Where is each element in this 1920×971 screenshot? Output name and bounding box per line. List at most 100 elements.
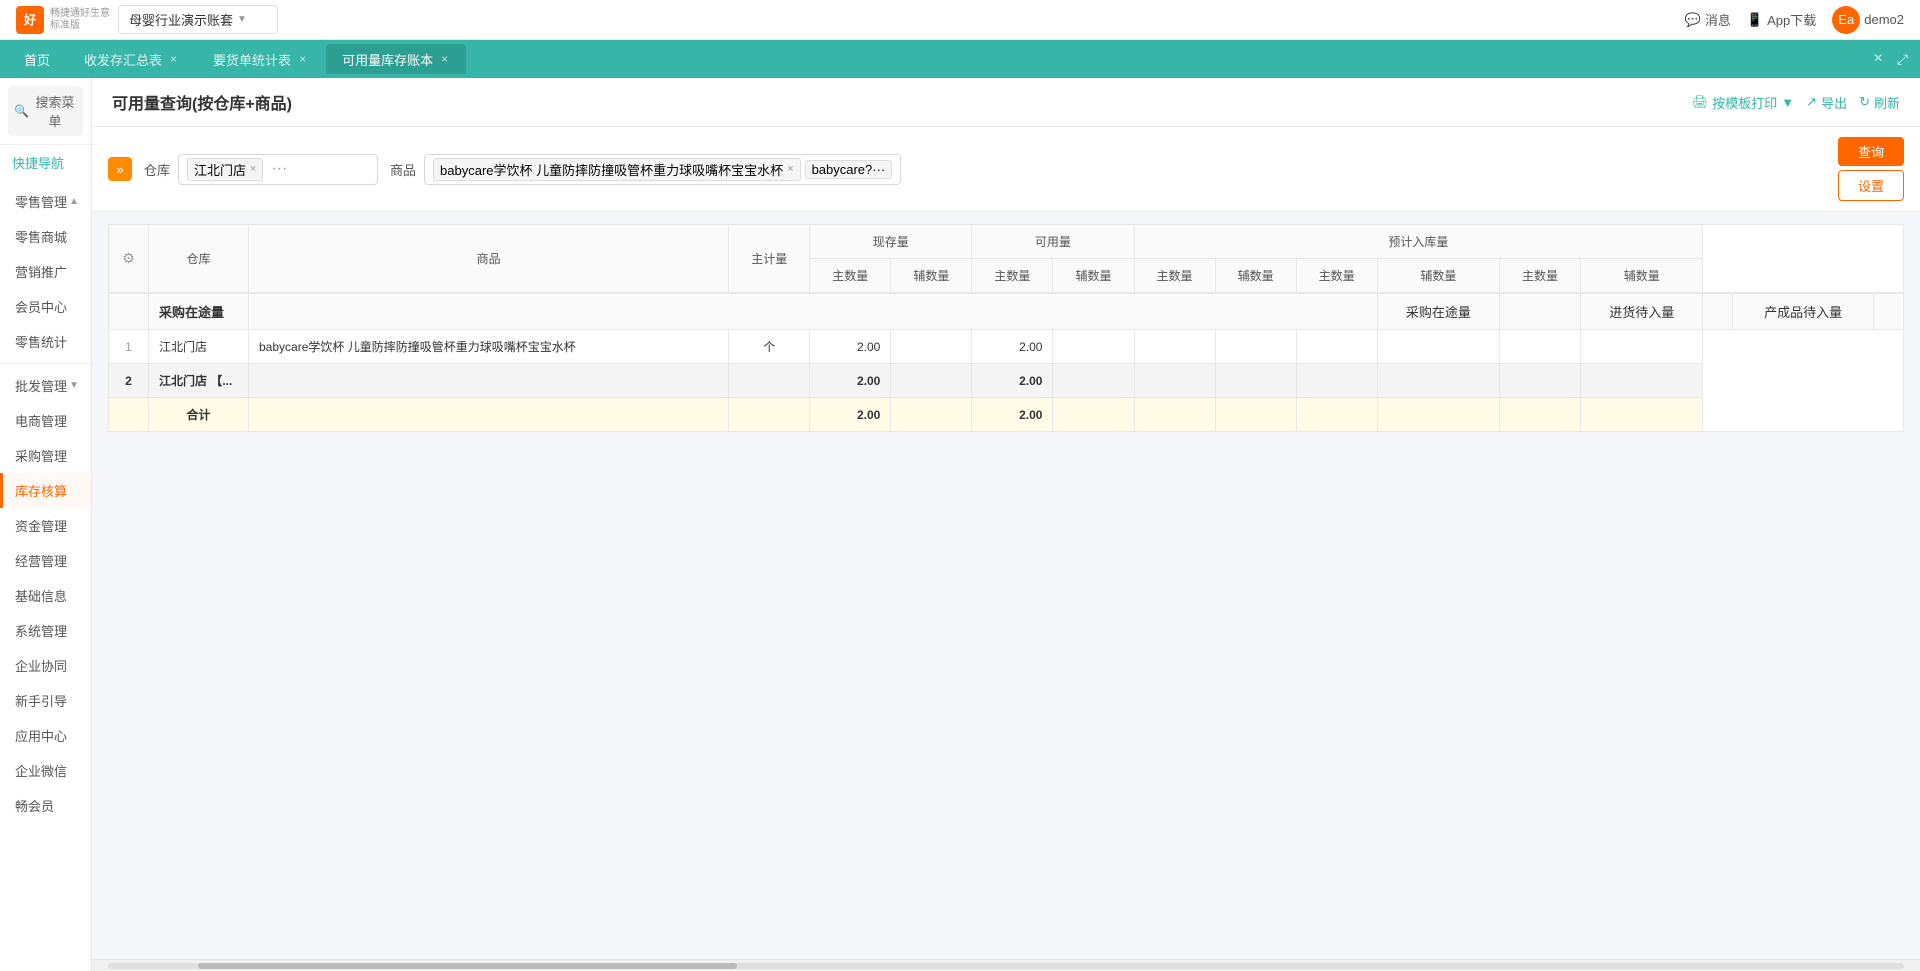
forecast-product-label: 产成品待入量 — [1733, 293, 1874, 330]
row-current-sub-1 — [891, 330, 972, 364]
settings-button[interactable]: 设置 — [1838, 170, 1904, 201]
sidebar-item-wholesale[interactable]: 批发管理 ▼ — [0, 368, 91, 403]
row-product-main-1 — [1499, 330, 1580, 364]
export-button[interactable]: ↗ 导出 — [1806, 93, 1847, 112]
sidebar-item-zero-retail[interactable]: 零售管理 ▲ — [0, 184, 91, 219]
tab-home[interactable]: 首页 — [8, 44, 66, 74]
product-tag-1-close[interactable]: × — [787, 163, 793, 175]
expand-icon[interactable]: ⤢ — [1893, 51, 1912, 68]
group-row-product-main — [1499, 364, 1580, 398]
group-row-warehouse: 江北门店 【... — [149, 364, 249, 398]
tab-2[interactable]: 要货单统计表 × — [197, 44, 324, 74]
user-avatar-area[interactable]: Ea demo2 — [1832, 6, 1904, 34]
sidebar-item-finance[interactable]: 资金管理 — [0, 508, 91, 543]
warehouse-tag-1-close[interactable]: × — [250, 163, 256, 175]
quick-nav-item[interactable]: 快捷导航 — [0, 145, 91, 180]
group-row-product-sub — [1581, 364, 1703, 398]
filter-area: » 仓库 江北门店 × ··· 商品 babycare学饮杯 儿童防摔防撞吸管杯… — [92, 127, 1920, 212]
warehouse-more-button[interactable]: ··· — [267, 160, 291, 178]
refresh-button[interactable]: ↻ 刷新 — [1859, 93, 1900, 112]
product-tag-2: babycare?··· — [805, 160, 893, 179]
message-button[interactable]: 💬 消息 — [1685, 10, 1731, 29]
export-icon: ↗ — [1806, 94, 1817, 110]
refresh-icon: ↻ — [1859, 94, 1870, 110]
sidebar-item-inventory[interactable]: 库存核算 — [0, 473, 91, 508]
sidebar-item-member[interactable]: 会员中心 — [0, 289, 91, 324]
group-row-available-main: 2.00 — [972, 364, 1053, 398]
horizontal-scrollbar[interactable] — [92, 959, 1920, 971]
group-row-unit — [729, 364, 810, 398]
table-header-forecast: 预计入库量 — [1134, 225, 1703, 259]
page-header-actions: 🖨 按模板打印 ▼ ↗ 导出 ↻ 刷新 — [1692, 93, 1900, 124]
warehouse-filter-label: 仓库 — [144, 160, 170, 179]
sidebar-item-retail-stats[interactable]: 零售统计 — [0, 324, 91, 359]
product-filter-label: 商品 — [390, 160, 416, 179]
table-header-main-unit: 主计量 — [729, 225, 810, 294]
top-bar-left: 好 畅捷通好生意 标准版 母婴行业演示账套 ▼ — [16, 5, 278, 34]
sidebar-item-enterprise-wechat[interactable]: 企业微信 — [0, 753, 91, 788]
page-title: 可用量查询(按仓库+商品) — [112, 90, 292, 126]
settings-icon[interactable]: ⚙ — [122, 250, 135, 266]
top-bar-right: 💬 消息 📱 App下载 Ea demo2 — [1685, 6, 1904, 34]
footer-product-main — [1499, 398, 1580, 432]
content-area: 可用量查询(按仓库+商品) 🖨 按模板打印 ▼ ↗ 导出 ↻ 刷新 — [92, 78, 1920, 971]
row-available-sub-1 — [1053, 330, 1134, 364]
row-product-sub-1 — [1581, 330, 1703, 364]
sidebar-item-system[interactable]: 系统管理 — [0, 613, 91, 648]
tab-1-close[interactable]: × — [168, 52, 179, 66]
row-warehouse-1: 江北门店 — [149, 330, 249, 364]
template-print-button[interactable]: 🖨 按模板打印 ▼ — [1692, 93, 1794, 112]
forecast-purchase-label: 采购在途量 — [1377, 293, 1499, 330]
table-header-purchase-sub: 辅数量 — [1215, 259, 1296, 294]
product-filter-input[interactable]: babycare学饮杯 儿童防摔防撞吸管杯重力球吸嘴杯宝宝水杯 × babyca… — [424, 154, 901, 185]
main-layout: 🔍 搜索菜单 快捷导航 零售管理 ▲ 零售商城 营销推广 会员中心 零售统计 — [0, 78, 1920, 971]
sidebar-item-base-info[interactable]: 基础信息 — [0, 578, 91, 613]
scrollbar-track — [108, 963, 1904, 969]
sidebar-item-operations[interactable]: 经营管理 — [0, 543, 91, 578]
table-header-current-stock: 现存量 — [810, 225, 972, 259]
tab-2-close[interactable]: × — [297, 52, 308, 66]
sidebar-item-zero-mall[interactable]: 零售商城 — [0, 219, 91, 254]
avatar: Ea — [1832, 6, 1860, 34]
sidebar-item-marketing[interactable]: 营销推广 — [0, 254, 91, 289]
row-current-main-1: 2.00 — [810, 330, 891, 364]
sidebar-item-newbie[interactable]: 新手引导 — [0, 683, 91, 718]
warehouse-filter-input[interactable]: 江北门店 × ··· — [178, 154, 378, 185]
table-header-warehouse: 仓库 — [149, 225, 249, 294]
logo-area: 好 畅捷通好生意 标准版 — [16, 6, 110, 34]
row-available-main-1: 2.00 — [972, 330, 1053, 364]
sidebar-item-app-center[interactable]: 应用中心 — [0, 718, 91, 753]
filter-toggle-button[interactable]: » — [108, 157, 132, 181]
sidebar-item-enterprise[interactable]: 企业协同 — [0, 648, 91, 683]
close-all-tabs-button[interactable]: × — [1865, 50, 1890, 68]
tab-3-close[interactable]: × — [439, 52, 450, 66]
table-footer-row: 合计 2.00 2.00 — [109, 398, 1904, 432]
sidebar: 🔍 搜索菜单 快捷导航 零售管理 ▲ 零售商城 营销推广 会员中心 零售统计 — [0, 78, 92, 971]
footer-num — [109, 398, 149, 432]
page-header: 可用量查询(按仓库+商品) 🖨 按模板打印 ▼ ↗ 导出 ↻ 刷新 — [92, 78, 1920, 127]
data-table: ⚙ 仓库 商品 主计量 现存量 可用量 预计入库量 主数量 辅数量 主数量 辅数… — [108, 224, 1904, 432]
sidebar-item-vip-member[interactable]: 畅会员 — [0, 788, 91, 823]
row-incoming-sub-1 — [1377, 330, 1499, 364]
search-menu-button[interactable]: 🔍 搜索菜单 — [8, 86, 83, 136]
table-settings-header[interactable]: ⚙ — [109, 225, 149, 294]
sidebar-item-ecommerce[interactable]: 电商管理 — [0, 403, 91, 438]
tab-1[interactable]: 收发存汇总表 × — [68, 44, 195, 74]
table-header-current-main: 主数量 — [810, 259, 891, 294]
row-purchase-main-1 — [1134, 330, 1215, 364]
scrollbar-thumb[interactable] — [198, 963, 737, 969]
footer-available-main: 2.00 — [972, 398, 1053, 432]
top-bar: 好 畅捷通好生意 标准版 母婴行业演示账套 ▼ 💬 消息 📱 App下载 Ea … — [0, 0, 1920, 40]
expand-arrow-icon-2: ▼ — [69, 380, 79, 391]
group-row-current-sub — [891, 364, 972, 398]
table-header-available: 可用量 — [972, 225, 1134, 259]
download-icon: 📱 — [1747, 12, 1763, 28]
template-dropdown-icon: ▼ — [1781, 95, 1794, 110]
app-download-button[interactable]: 📱 App下载 — [1747, 10, 1816, 29]
query-button[interactable]: 查询 — [1838, 137, 1904, 166]
industry-selector[interactable]: 母婴行业演示账套 ▼ — [118, 5, 278, 34]
table-header-incoming-sub: 辅数量 — [1377, 259, 1499, 294]
tab-3[interactable]: 可用量库存账本 × — [326, 44, 466, 74]
sidebar-item-purchase[interactable]: 采购管理 — [0, 438, 91, 473]
table-header-product-main: 主数量 — [1499, 259, 1580, 294]
